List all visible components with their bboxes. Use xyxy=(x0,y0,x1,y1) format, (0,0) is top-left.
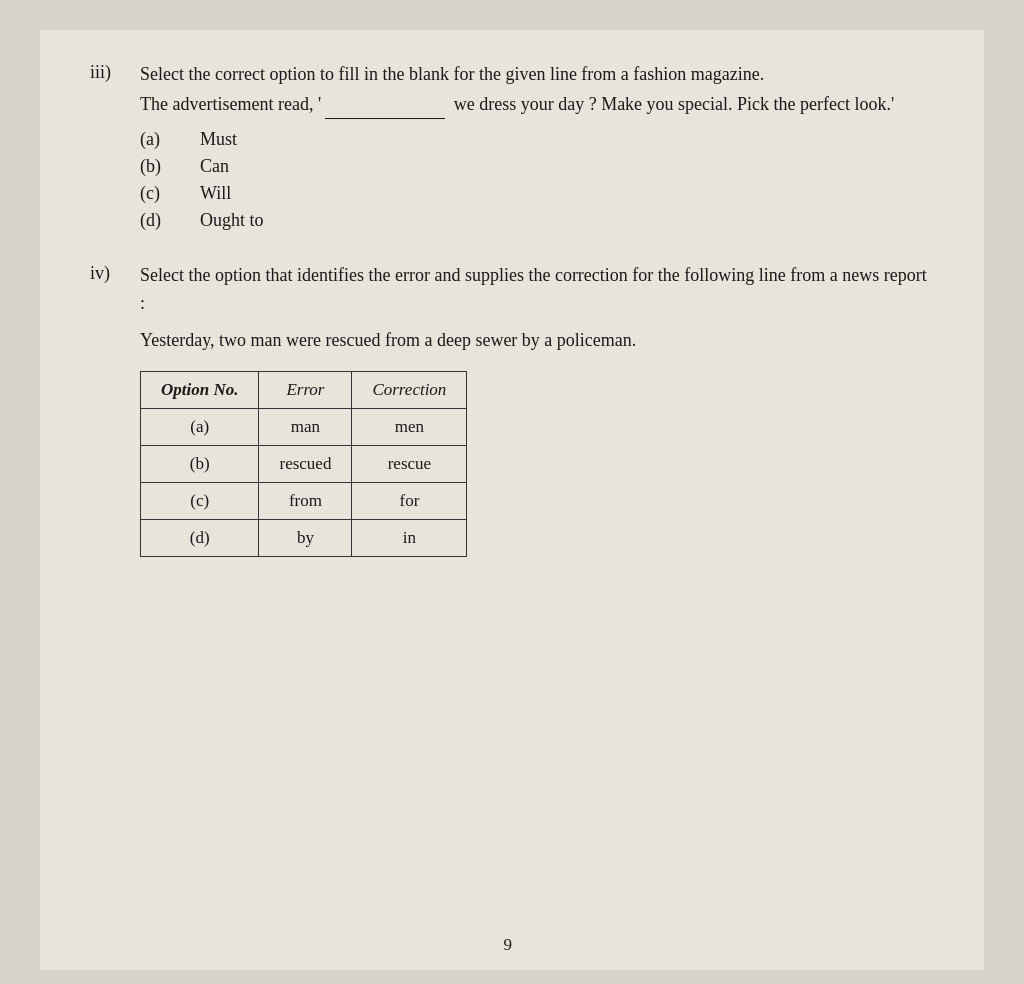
correction-table: Option No. Error Correction (a) man men … xyxy=(140,371,467,557)
option-3d-text: Ought to xyxy=(200,210,264,231)
page-number: 9 xyxy=(504,935,513,955)
row-d-option: (d) xyxy=(141,519,259,556)
question-4-number: iv) xyxy=(90,261,140,284)
option-3a-label: (a) xyxy=(140,129,200,150)
option-3b-text: Can xyxy=(200,156,229,177)
question-3-block: iii) Select the correct option to fill i… xyxy=(90,60,934,231)
row-a-option: (a) xyxy=(141,408,259,445)
row-b-correction: rescue xyxy=(352,445,467,482)
table-row: (c) from for xyxy=(141,482,467,519)
row-c-option: (c) xyxy=(141,482,259,519)
col-header-option: Option No. xyxy=(141,371,259,408)
table-header-row: Option No. Error Correction xyxy=(141,371,467,408)
option-3a[interactable]: (a) Must xyxy=(140,129,934,150)
option-3b[interactable]: (b) Can xyxy=(140,156,934,177)
question-3-sentence: The advertisement read, ' we dress your … xyxy=(140,94,894,114)
row-b-error: rescued xyxy=(259,445,352,482)
question-4-header: iv) Select the option that identifies th… xyxy=(90,261,934,319)
option-3c[interactable]: (c) Will xyxy=(140,183,934,204)
row-b-option: (b) xyxy=(141,445,259,482)
question-4-sentence: Yesterday, two man were rescued from a d… xyxy=(140,326,934,355)
question-3-options: (a) Must (b) Can (c) Will (d) Ought to xyxy=(140,129,934,231)
col-header-correction: Correction xyxy=(352,371,467,408)
row-d-correction: in xyxy=(352,519,467,556)
option-3c-text: Will xyxy=(200,183,231,204)
question-4-instruction: Select the option that identifies the er… xyxy=(140,261,934,319)
option-3c-label: (c) xyxy=(140,183,200,204)
option-3d[interactable]: (d) Ought to xyxy=(140,210,934,231)
col-header-error: Error xyxy=(259,371,352,408)
table-row: (d) by in xyxy=(141,519,467,556)
option-3d-label: (d) xyxy=(140,210,200,231)
question-4-block: iv) Select the option that identifies th… xyxy=(90,261,934,557)
table-row: (b) rescued rescue xyxy=(141,445,467,482)
blank-line xyxy=(325,89,445,119)
option-3a-text: Must xyxy=(200,129,237,150)
question-3-instruction-text: Select the correct option to fill in the… xyxy=(140,64,764,84)
row-c-error: from xyxy=(259,482,352,519)
row-d-error: by xyxy=(259,519,352,556)
question-3-instruction: Select the correct option to fill in the… xyxy=(140,60,934,119)
question-3-header: iii) Select the correct option to fill i… xyxy=(90,60,934,119)
row-a-error: man xyxy=(259,408,352,445)
row-a-correction: men xyxy=(352,408,467,445)
page-content: iii) Select the correct option to fill i… xyxy=(40,30,984,970)
question-3-number: iii) xyxy=(90,60,140,83)
row-c-correction: for xyxy=(352,482,467,519)
option-3b-label: (b) xyxy=(140,156,200,177)
table-row: (a) man men xyxy=(141,408,467,445)
